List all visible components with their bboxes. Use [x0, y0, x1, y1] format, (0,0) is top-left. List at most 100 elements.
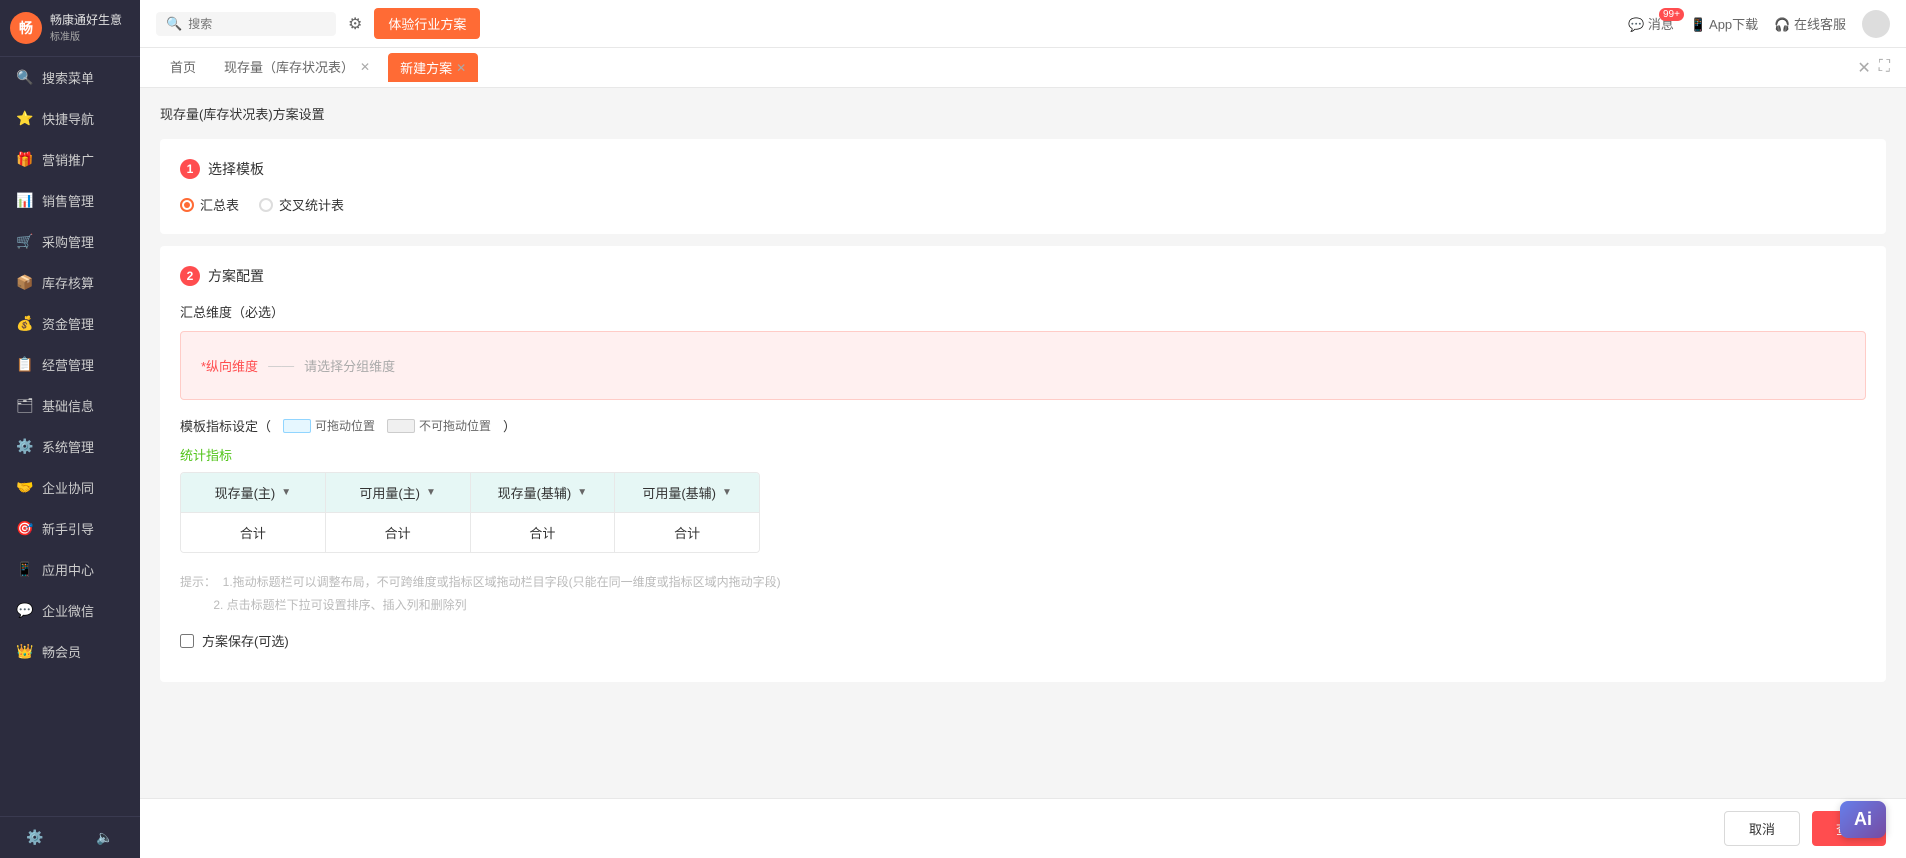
msg-btn[interactable]: 💬 消息 99+ — [1628, 14, 1674, 33]
quick-nav-label: 快捷导航 — [42, 109, 94, 128]
save-plan-checkbox[interactable] — [180, 634, 194, 648]
sidebar-item-wechat[interactable]: 💬 企业微信 — [0, 590, 140, 631]
app-center-label: 应用中心 — [42, 560, 94, 579]
stats-table: 现存量(主) ▼ 可用量(主) ▼ 现存量(基辅) ▼ 可用量(基辅) — [180, 472, 760, 553]
sidebar-nav: 🔍 搜索菜单 ⭐ 快捷导航 🎁 营销推广 📊 销售管理 🛒 采购管理 📦 库存核… — [0, 57, 140, 816]
dim-placeholder: 请选择分组维度 — [304, 356, 395, 375]
not-draggable-badge: 不可拖动位置 — [387, 417, 491, 434]
stats-col-0[interactable]: 现存量(主) ▼ — [181, 473, 326, 512]
speaker-btn[interactable]: 🔈 — [88, 825, 121, 850]
sidebar-item-basic-info[interactable]: 🗂 基础信息 — [0, 385, 140, 426]
save-plan-row: 方案保存(可选) — [180, 619, 1866, 662]
chevron-3-icon: ▼ — [722, 487, 732, 498]
system-label: 系统管理 — [42, 437, 94, 456]
sales-label: 销售管理 — [42, 191, 94, 210]
search-input[interactable] — [188, 17, 308, 31]
enterprise-icon: 🤝 — [16, 479, 34, 497]
step1-title: 选择模板 — [208, 159, 264, 179]
tab-inventory-close[interactable]: ✕ — [360, 60, 370, 74]
sidebar-item-quick-nav[interactable]: ⭐ 快捷导航 — [0, 98, 140, 139]
search-menu-icon: 🔍 — [16, 69, 34, 87]
radio-cross-dot — [259, 198, 273, 212]
stats-col-2[interactable]: 现存量(基辅) ▼ — [471, 473, 616, 512]
dimension-area[interactable]: *纵向维度 —— 请选择分组维度 — [180, 331, 1866, 400]
topbar: 🔍 ⚙ 体验行业方案 💬 消息 99+ 📱 App下载 🎧 在线客服 — [140, 0, 1906, 48]
config-section: 2 方案配置 汇总维度（必选） *纵向维度 —— 请选择分组维度 模板指标设定（… — [160, 246, 1886, 682]
chevron-0-icon: ▼ — [281, 487, 291, 498]
not-draggable-text: 不可拖动位置 — [419, 417, 491, 434]
sidebar-item-search-menu[interactable]: 🔍 搜索菜单 — [0, 57, 140, 98]
dimension-label: 汇总维度（必选） — [180, 302, 1866, 321]
radio-cross-label: 交叉统计表 — [279, 195, 344, 214]
template-radio-group: 汇总表 交叉统计表 — [180, 195, 1866, 214]
draggable-box — [283, 419, 311, 433]
search-icon: 🔍 — [166, 16, 182, 32]
settings-btn[interactable]: ⚙️ — [18, 825, 51, 850]
tab-expand-btn[interactable]: ⛶ — [1879, 58, 1890, 78]
tab-new-plan-close[interactable]: ✕ — [456, 61, 466, 75]
sidebar-item-member[interactable]: 👑 畅会员 — [0, 631, 140, 672]
stats-data-row: 合计 合计 合计 合计 — [181, 512, 759, 552]
tip-2: 2. 点击标题栏下拉可设置排序、插入列和删除列 — [180, 596, 1866, 615]
page-title: 现存量(库存状况表)方案设置 — [160, 104, 1886, 123]
sidebar-item-purchase[interactable]: 🛒 采购管理 — [0, 221, 140, 262]
stats-header-row: 现存量(主) ▼ 可用量(主) ▼ 现存量(基辅) ▼ 可用量(基辅) — [181, 473, 759, 512]
logo-badge: 标准版 — [50, 28, 122, 43]
save-plan-label: 方案保存(可选) — [202, 631, 289, 650]
not-draggable-box — [387, 419, 415, 433]
tab-close-btn[interactable]: ✕ — [1857, 58, 1870, 78]
headset-icon: 🎧 — [1774, 17, 1790, 32]
purchase-label: 采购管理 — [42, 232, 94, 251]
stats-col-1-label: 可用量(主) — [359, 483, 420, 502]
tabs-controls: ✕ ⛶ — [1857, 58, 1890, 78]
inventory-label: 库存核算 — [42, 273, 94, 292]
search-box[interactable]: 🔍 — [156, 12, 336, 36]
gear-icon[interactable]: ⚙ — [348, 14, 362, 34]
tip-1: 提示： 1.拖动标题栏可以调整布局，不可跨维度或指标区域拖动栏目字段(只能在同一… — [180, 573, 1866, 592]
step1-number: 1 — [180, 159, 200, 179]
content-area: 现存量(库存状况表)方案设置 1 选择模板 汇总表 交叉统计表 2 — [140, 88, 1906, 798]
quick-nav-icon: ⭐ — [16, 110, 34, 128]
tab-inventory-label: 现存量（库存状况表） — [224, 57, 354, 76]
stats-col-1[interactable]: 可用量(主) ▼ — [326, 473, 471, 512]
sidebar-item-operations[interactable]: 📋 经营管理 — [0, 344, 140, 385]
tab-home[interactable]: 首页 — [156, 49, 210, 86]
logo-icon: 畅 — [10, 12, 42, 44]
system-icon: ⚙️ — [16, 438, 34, 456]
finance-label: 资金管理 — [42, 314, 94, 333]
member-label: 畅会员 — [42, 642, 81, 661]
step2-header: 2 方案配置 — [180, 266, 1866, 286]
indicators-label-text: 模板指标设定（ — [180, 416, 271, 435]
industry-btn[interactable]: 体验行业方案 — [374, 8, 480, 39]
tab-inventory-status[interactable]: 现存量（库存状况表） ✕ — [210, 49, 384, 86]
draggable-badge: 可拖动位置 — [283, 417, 375, 434]
newbie-icon: 🎯 — [16, 520, 34, 538]
stats-col-3[interactable]: 可用量(基辅) ▼ — [615, 473, 759, 512]
sidebar-item-system[interactable]: ⚙️ 系统管理 — [0, 426, 140, 467]
customer-service-btn[interactable]: 🎧 在线客服 — [1774, 14, 1846, 33]
app-download-btn[interactable]: 📱 App下载 — [1690, 14, 1758, 33]
msg-badge: 99+ — [1659, 8, 1684, 21]
draggable-text: 可拖动位置 — [315, 417, 375, 434]
user-avatar[interactable] — [1862, 10, 1890, 38]
basic-info-icon: 🗂 — [16, 397, 34, 415]
app-icon: 📱 — [1690, 17, 1706, 32]
sidebar-item-enterprise[interactable]: 🤝 企业协同 — [0, 467, 140, 508]
sidebar-item-app-center[interactable]: 📱 应用中心 — [0, 549, 140, 590]
radio-summary[interactable]: 汇总表 — [180, 195, 239, 214]
sidebar-item-newbie[interactable]: 🎯 新手引导 — [0, 508, 140, 549]
wechat-label: 企业微信 — [42, 601, 94, 620]
tab-new-plan[interactable]: 新建方案 ✕ — [388, 53, 478, 82]
tips-area: 提示： 1.拖动标题栏可以调整布局，不可跨维度或指标区域拖动栏目字段(只能在同一… — [180, 573, 1866, 615]
stats-label: 统计指标 — [180, 445, 1866, 464]
sidebar-item-marketing[interactable]: 🎁 营销推广 — [0, 139, 140, 180]
sidebar-item-sales[interactable]: 📊 销售管理 — [0, 180, 140, 221]
radio-cross[interactable]: 交叉统计表 — [259, 195, 344, 214]
purchase-icon: 🛒 — [16, 233, 34, 251]
stats-col-3-label: 可用量(基辅) — [642, 483, 716, 502]
cancel-button[interactable]: 取消 — [1724, 811, 1800, 846]
sidebar-item-finance[interactable]: 💰 资金管理 — [0, 303, 140, 344]
marketing-icon: 🎁 — [16, 151, 34, 169]
ai-badge[interactable]: Ai — [1840, 801, 1886, 838]
sidebar-item-inventory[interactable]: 📦 库存核算 — [0, 262, 140, 303]
